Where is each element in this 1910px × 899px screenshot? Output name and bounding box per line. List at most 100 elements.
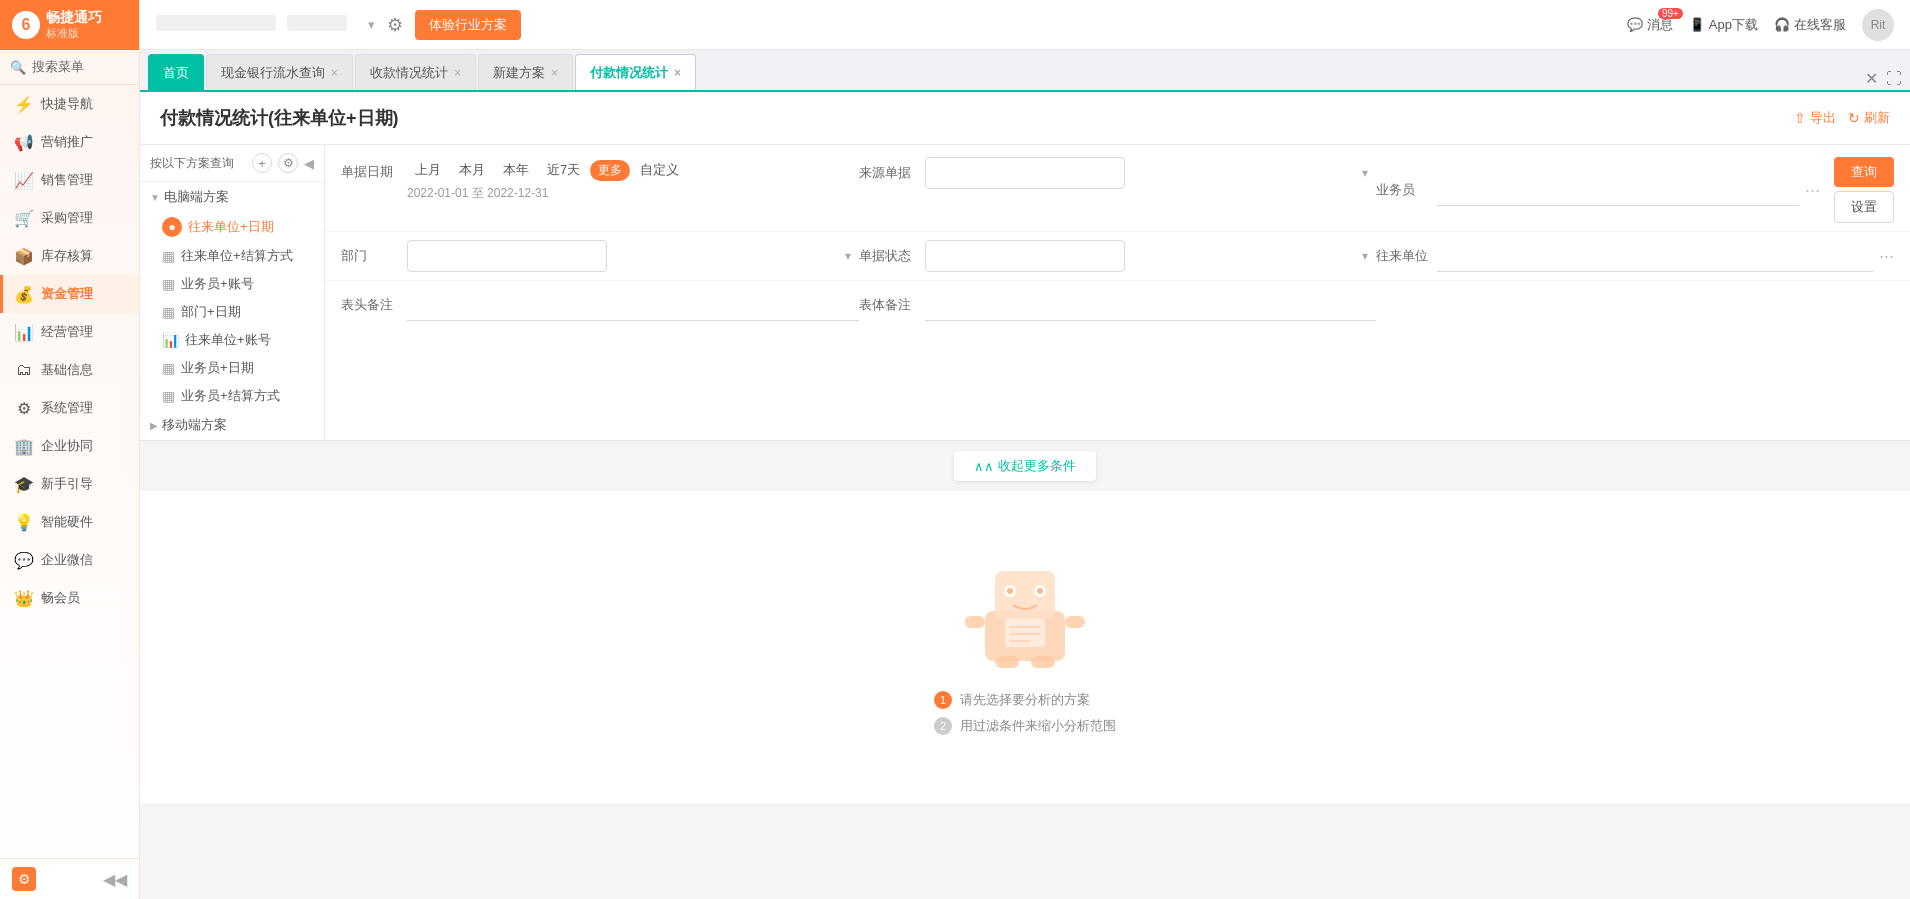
search-menu[interactable]: 🔍 搜索菜单 [0,50,139,85]
scheme-item-counterpart-date[interactable]: ● 往来单位+日期 [140,212,324,242]
scheme-add-button[interactable]: + [252,153,272,173]
topbar-app-download-button[interactable]: 📱 App下载 [1689,16,1758,34]
scheme-item-counterpart-account[interactable]: 📊 往来单位+账号 [140,326,324,354]
tab-receipt-stats[interactable]: 收款情况统计 × [355,54,476,90]
doc-status-select[interactable] [925,240,1125,272]
date-btn-this-month[interactable]: 本月 [451,157,493,183]
sidebar-item-purchase[interactable]: 🛒 采购管理 [0,199,139,237]
counterpart-label: 往来单位 [1376,247,1431,265]
salesman-input[interactable] [1437,174,1799,206]
counterpart-dots-button[interactable]: ··· [1879,247,1894,265]
scheme-panel-collapse-button[interactable]: ◀ [304,156,314,171]
empty-illustration [965,551,1085,671]
date-btn-custom[interactable]: 自定义 [632,157,687,183]
scheme-item-salesman-account[interactable]: ▦ 业务员+账号 [140,270,324,298]
scheme-item-salesman-date[interactable]: ▦ 业务员+日期 [140,354,324,382]
dept-select[interactable] [407,240,607,272]
scheme-item-icon: ▦ [162,248,175,264]
marketing-icon: 📢 [15,133,33,151]
counterpart-filter-cell: 往来单位 ··· [1376,240,1894,272]
dept-label: 部门 [341,247,401,265]
sidebar-item-enterprise[interactable]: 🏢 企业协同 [0,427,139,465]
tab-expand-button[interactable]: ⛶ [1886,70,1902,88]
footer-settings-icon[interactable]: ⚙ [12,867,36,891]
query-settings-buttons: 查询 设置 [1834,157,1894,223]
date-btn-last-7days[interactable]: 近7天 [539,157,588,183]
salesman-dots-button[interactable]: ··· [1805,181,1820,199]
tab-home[interactable]: 首页 [148,54,204,90]
sidebar-item-system[interactable]: ⚙ 系统管理 [0,389,139,427]
topbar-service-button[interactable]: 🎧 在线客服 [1774,16,1846,34]
scheme-item-chart-icon: 📊 [162,332,179,348]
mobile-group-arrow: ▶ [150,420,158,431]
page-title: 付款情况统计(往来单位+日期) [160,106,399,130]
user-avatar[interactable]: Rit [1862,9,1894,41]
scheme-item-label: 业务员+结算方式 [181,387,280,405]
sidebar-item-label: 企业微信 [41,551,93,569]
inventory-icon: 📦 [15,247,33,265]
tab-payment-stats[interactable]: 付款情况统计 × [575,54,696,90]
sidebar: 6 畅捷通巧 标准版 🔍 搜索菜单 ⚡ 快捷导航 📢 营销推广 📈 销售管理 🛒… [0,0,140,899]
tab-close-all-button[interactable]: ✕ [1865,69,1878,88]
tab-new-scheme-close[interactable]: × [551,67,558,79]
desktop-group-label: 电脑端方案 [164,188,229,206]
scheme-settings-button[interactable]: ⚙ [278,153,298,173]
tab-receipt-label: 收款情况统计 [370,64,448,82]
sidebar-item-guide[interactable]: 🎓 新手引导 [0,465,139,503]
empty-step-1: 1 请先选择要分析的方案 [934,691,1116,709]
mobile-group-header[interactable]: ▶ 移动端方案 [140,410,324,440]
topbar-message-button[interactable]: 💬 消息 99+ [1627,16,1673,34]
sidebar-collapse-button[interactable]: ◀◀ [103,870,127,889]
topbar-dropdown-icon[interactable]: ▾ [368,17,375,32]
page-header: 付款情况统计(往来单位+日期) ⇧ 导出 ↻ 刷新 [140,92,1910,145]
sidebar-item-inventory[interactable]: 📦 库存核算 [0,237,139,275]
date-btn-last-month[interactable]: 上月 [407,157,449,183]
counterpart-input[interactable] [1437,240,1873,272]
collapse-more-button[interactable]: ∧∧ 收起更多条件 [954,451,1096,481]
sidebar-item-hardware[interactable]: 💡 智能硬件 [0,503,139,541]
query-button[interactable]: 查询 [1834,157,1894,187]
table-header-note-input[interactable] [407,289,859,321]
trial-button[interactable]: 体验行业方案 [415,10,521,40]
scheme-item-counterpart-settle[interactable]: ▦ 往来单位+结算方式 [140,242,324,270]
export-button[interactable]: ⇧ 导出 [1794,109,1836,127]
date-more-button[interactable]: 更多 [590,160,630,181]
filter-settings-button[interactable]: 设置 [1834,191,1894,223]
sidebar-item-base-info[interactable]: 🗂 基础信息 [0,351,139,389]
filter-row-1: 单据日期 上月 本月 本年 近7天 更多 自定义 2022-01-01 至 20… [325,145,1910,232]
tab-bank-flow-close[interactable]: × [331,67,338,79]
sidebar-item-member[interactable]: 👑 畅会员 [0,579,139,617]
sidebar-item-label: 营销推广 [41,133,93,151]
tab-bank-flow[interactable]: 现金银行流水查询 × [206,54,353,90]
date-options-area: 上月 本月 本年 近7天 更多 自定义 2022-01-01 至 2022-12… [407,157,687,202]
scheme-item-salesman-settle[interactable]: ▦ 业务员+结算方式 [140,382,324,410]
desktop-group-header[interactable]: ▼ 电脑端方案 [140,182,324,212]
tab-new-scheme[interactable]: 新建方案 × [478,54,573,90]
tab-payment-close[interactable]: × [674,67,681,79]
mobile-group-label: 移动端方案 [162,416,227,434]
tab-home-label: 首页 [163,64,189,82]
sidebar-item-label: 资金管理 [41,285,93,303]
svg-rect-1 [995,571,1055,619]
sidebar-item-operation[interactable]: 📊 经营管理 [0,313,139,351]
sidebar-item-quick-nav[interactable]: ⚡ 快捷导航 [0,85,139,123]
sidebar-item-label: 新手引导 [41,475,93,493]
tab-bank-flow-label: 现金银行流水查询 [221,64,325,82]
sidebar-item-finance[interactable]: 💰 资金管理 [0,275,139,313]
table-body-note-input[interactable] [925,289,1377,321]
svg-rect-10 [1005,619,1045,647]
tab-receipt-close[interactable]: × [454,67,461,79]
date-btn-this-year[interactable]: 本年 [495,157,537,183]
source-select[interactable] [925,157,1125,189]
sidebar-item-marketing[interactable]: 📢 营销推广 [0,123,139,161]
dept-filter-cell: 部门 [341,240,859,272]
topbar-settings-button[interactable]: ⚙ [387,14,403,36]
sidebar-item-weixin[interactable]: 💬 企业微信 [0,541,139,579]
sidebar-logo: 6 畅捷通巧 标准版 [0,0,139,50]
table-header-note-cell: 表头备注 [341,289,859,321]
sidebar-item-sales[interactable]: 📈 销售管理 [0,161,139,199]
date-range-display: 2022-01-01 至 2022-12-31 [407,185,687,202]
refresh-button[interactable]: ↻ 刷新 [1848,109,1890,127]
search-menu-label: 搜索菜单 [32,58,84,76]
scheme-item-dept-date[interactable]: ▦ 部门+日期 [140,298,324,326]
